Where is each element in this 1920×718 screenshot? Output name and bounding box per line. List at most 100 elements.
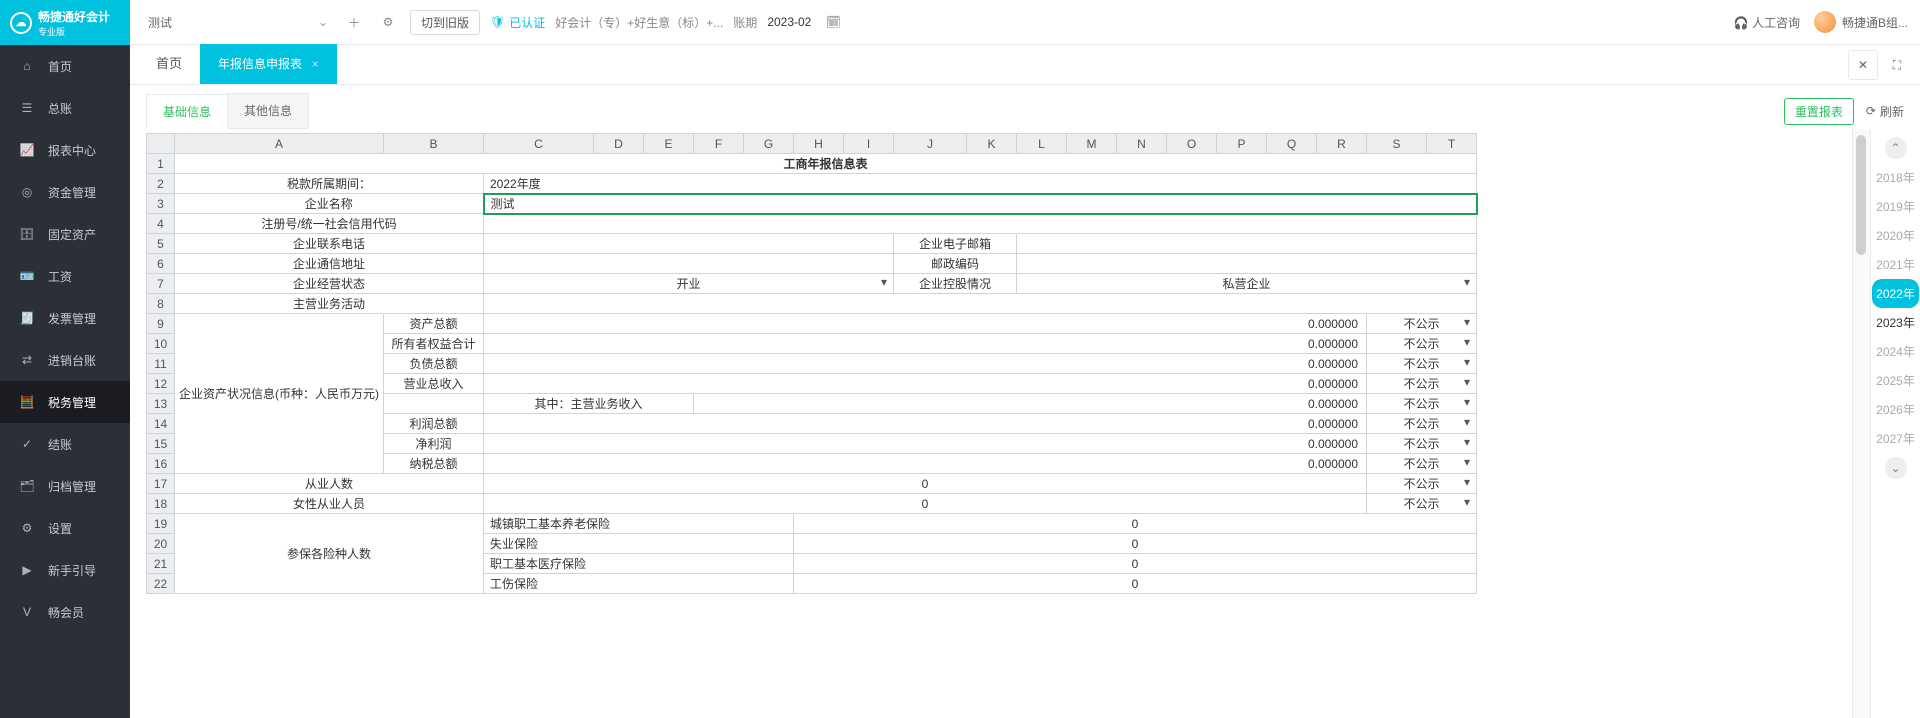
year-2020年[interactable]: 2020年: [1872, 221, 1919, 250]
subtab-other[interactable]: 其他信息: [227, 93, 309, 128]
sidebar-item-asset[interactable]: 🗄固定资产: [0, 213, 130, 255]
year-2025年[interactable]: 2025年: [1872, 366, 1919, 395]
sidebar-item-guide[interactable]: ▶新手引导: [0, 549, 130, 591]
user-menu[interactable]: 畅捷通B组...: [1814, 11, 1908, 33]
add-company-button[interactable]: ＋: [342, 10, 366, 34]
mainbiz-cell[interactable]: [484, 294, 1477, 314]
metric-value-2[interactable]: 0.000000: [484, 354, 1367, 374]
ins-value-1[interactable]: 0: [794, 534, 1477, 554]
emp-label: 从业人数: [175, 474, 484, 494]
close-icon[interactable]: ×: [312, 57, 319, 71]
vertical-scrollbar[interactable]: [1852, 129, 1870, 718]
metric-pub-0[interactable]: 不公示: [1367, 314, 1477, 334]
support-link[interactable]: 🎧 人工咨询: [1734, 14, 1800, 31]
sidebar-item-fund[interactable]: ◎资金管理: [0, 171, 130, 213]
close-all-button[interactable]: ✕: [1848, 50, 1878, 80]
zip-cell[interactable]: [1017, 254, 1477, 274]
company-select[interactable]: 测试 ⌄: [142, 8, 332, 36]
metric-pub-2[interactable]: 不公示: [1367, 354, 1477, 374]
subtab-basic[interactable]: 基础信息: [146, 94, 228, 129]
sheet-scroll[interactable]: ABCDEFGHIJKLMNOPQRST1工商年报信息表2税款所属期间：2022…: [130, 129, 1852, 718]
ins-label-2: 职工基本医疗保险: [484, 554, 794, 574]
ins-value-2[interactable]: 0: [794, 554, 1477, 574]
sidebar-item-label: 固定资产: [48, 226, 96, 243]
sidebar-item-label: 设置: [48, 520, 72, 537]
year-up-button[interactable]: ⌃: [1885, 137, 1907, 159]
sidebar-item-salary[interactable]: 🪪工资: [0, 255, 130, 297]
col-B: B: [384, 134, 484, 154]
expand-icon[interactable]: ⛶: [1882, 50, 1912, 80]
year-2019年[interactable]: 2019年: [1872, 192, 1919, 221]
year-2021年[interactable]: 2021年: [1872, 250, 1919, 279]
addr-cell[interactable]: [484, 254, 894, 274]
metric-value-3[interactable]: 0.000000: [484, 374, 1367, 394]
metric-pub-4[interactable]: 不公示: [1367, 394, 1477, 414]
company-name-cell[interactable]: 测试: [484, 194, 1477, 214]
tab-home[interactable]: 首页: [138, 44, 200, 84]
emp-value[interactable]: 0: [484, 474, 1367, 494]
home-icon: ⌂: [18, 57, 36, 75]
settings-icon[interactable]: ⚙: [376, 10, 400, 34]
sidebar-item-vip[interactable]: V畅会员: [0, 591, 130, 633]
sidebar-item-settings[interactable]: ⚙设置: [0, 507, 130, 549]
col-O: O: [1167, 134, 1217, 154]
metric-pub-7[interactable]: 不公示: [1367, 454, 1477, 474]
femp-pub[interactable]: 不公示: [1367, 494, 1477, 514]
status-select[interactable]: 开业: [484, 274, 894, 294]
scroll-thumb[interactable]: [1856, 135, 1866, 255]
reset-button[interactable]: 重置报表: [1784, 98, 1854, 125]
archive-icon: 🗂: [18, 477, 36, 495]
holding-label: 企业控股情况: [894, 274, 1017, 294]
sidebar-item-close[interactable]: ✓结账: [0, 423, 130, 465]
metric-value-4[interactable]: 0.000000: [694, 394, 1367, 414]
metric-value-1[interactable]: 0.000000: [484, 334, 1367, 354]
year-2022年[interactable]: 2022年: [1872, 279, 1919, 308]
year-2026年[interactable]: 2026年: [1872, 395, 1919, 424]
metric-value-7[interactable]: 0.000000: [484, 454, 1367, 474]
sidebar-item-ledger[interactable]: ☰总账: [0, 87, 130, 129]
sidebar-item-home[interactable]: ⌂首页: [0, 45, 130, 87]
col-D: D: [594, 134, 644, 154]
spreadsheet[interactable]: ABCDEFGHIJKLMNOPQRST1工商年报信息表2税款所属期间：2022…: [146, 133, 1478, 594]
plan-label: 好会计（专）+好生意（标）+...: [555, 14, 723, 31]
col-N: N: [1117, 134, 1167, 154]
metric-label-1: 所有者权益合计: [384, 334, 484, 354]
tab-annual-report[interactable]: 年报信息申报表 ×: [200, 44, 337, 84]
switch-old-button[interactable]: 切到旧版: [410, 10, 480, 35]
phone-cell[interactable]: [484, 234, 894, 254]
metric-label-2: 负债总额: [384, 354, 484, 374]
ins-value-0[interactable]: 0: [794, 514, 1477, 534]
col-H: H: [794, 134, 844, 154]
year-2018年[interactable]: 2018年: [1872, 163, 1919, 192]
refresh-label: 刷新: [1880, 103, 1904, 120]
sidebar-item-label: 报表中心: [48, 142, 96, 159]
metric-value-0[interactable]: 0.000000: [484, 314, 1367, 334]
year-2027年[interactable]: 2027年: [1872, 424, 1919, 453]
period-calendar-icon[interactable]: 🗓: [821, 10, 845, 34]
metric-pub-1[interactable]: 不公示: [1367, 334, 1477, 354]
reg-no-cell[interactable]: [484, 214, 1477, 234]
emp-pub[interactable]: 不公示: [1367, 474, 1477, 494]
sidebar-item-tax[interactable]: 🧮税务管理: [0, 381, 130, 423]
metric-pub-3[interactable]: 不公示: [1367, 374, 1477, 394]
metric-value-5[interactable]: 0.000000: [484, 414, 1367, 434]
metric-value-6[interactable]: 0.000000: [484, 434, 1367, 454]
period-value[interactable]: 2023-02: [767, 15, 811, 29]
metric-pub-6[interactable]: 不公示: [1367, 434, 1477, 454]
ins-value-3[interactable]: 0: [794, 574, 1477, 594]
sidebar-item-stock[interactable]: ⇄进销台账: [0, 339, 130, 381]
sidebar-item-chart[interactable]: 📈报表中心: [0, 129, 130, 171]
year-down-button[interactable]: ⌄: [1885, 457, 1907, 479]
close-icon: ✓: [18, 435, 36, 453]
sidebar-item-invoice[interactable]: 🧾发票管理: [0, 297, 130, 339]
metric-label-4: [384, 394, 484, 414]
vip-icon: V: [18, 603, 36, 621]
metric-pub-5[interactable]: 不公示: [1367, 414, 1477, 434]
femp-value[interactable]: 0: [484, 494, 1367, 514]
sidebar-item-archive[interactable]: 🗂归档管理: [0, 465, 130, 507]
holding-select[interactable]: 私营企业: [1017, 274, 1477, 294]
year-2023年[interactable]: 2023年: [1872, 308, 1919, 337]
year-2024年[interactable]: 2024年: [1872, 337, 1919, 366]
email-cell[interactable]: [1017, 234, 1477, 254]
refresh-button[interactable]: ⟳ 刷新: [1866, 103, 1904, 120]
